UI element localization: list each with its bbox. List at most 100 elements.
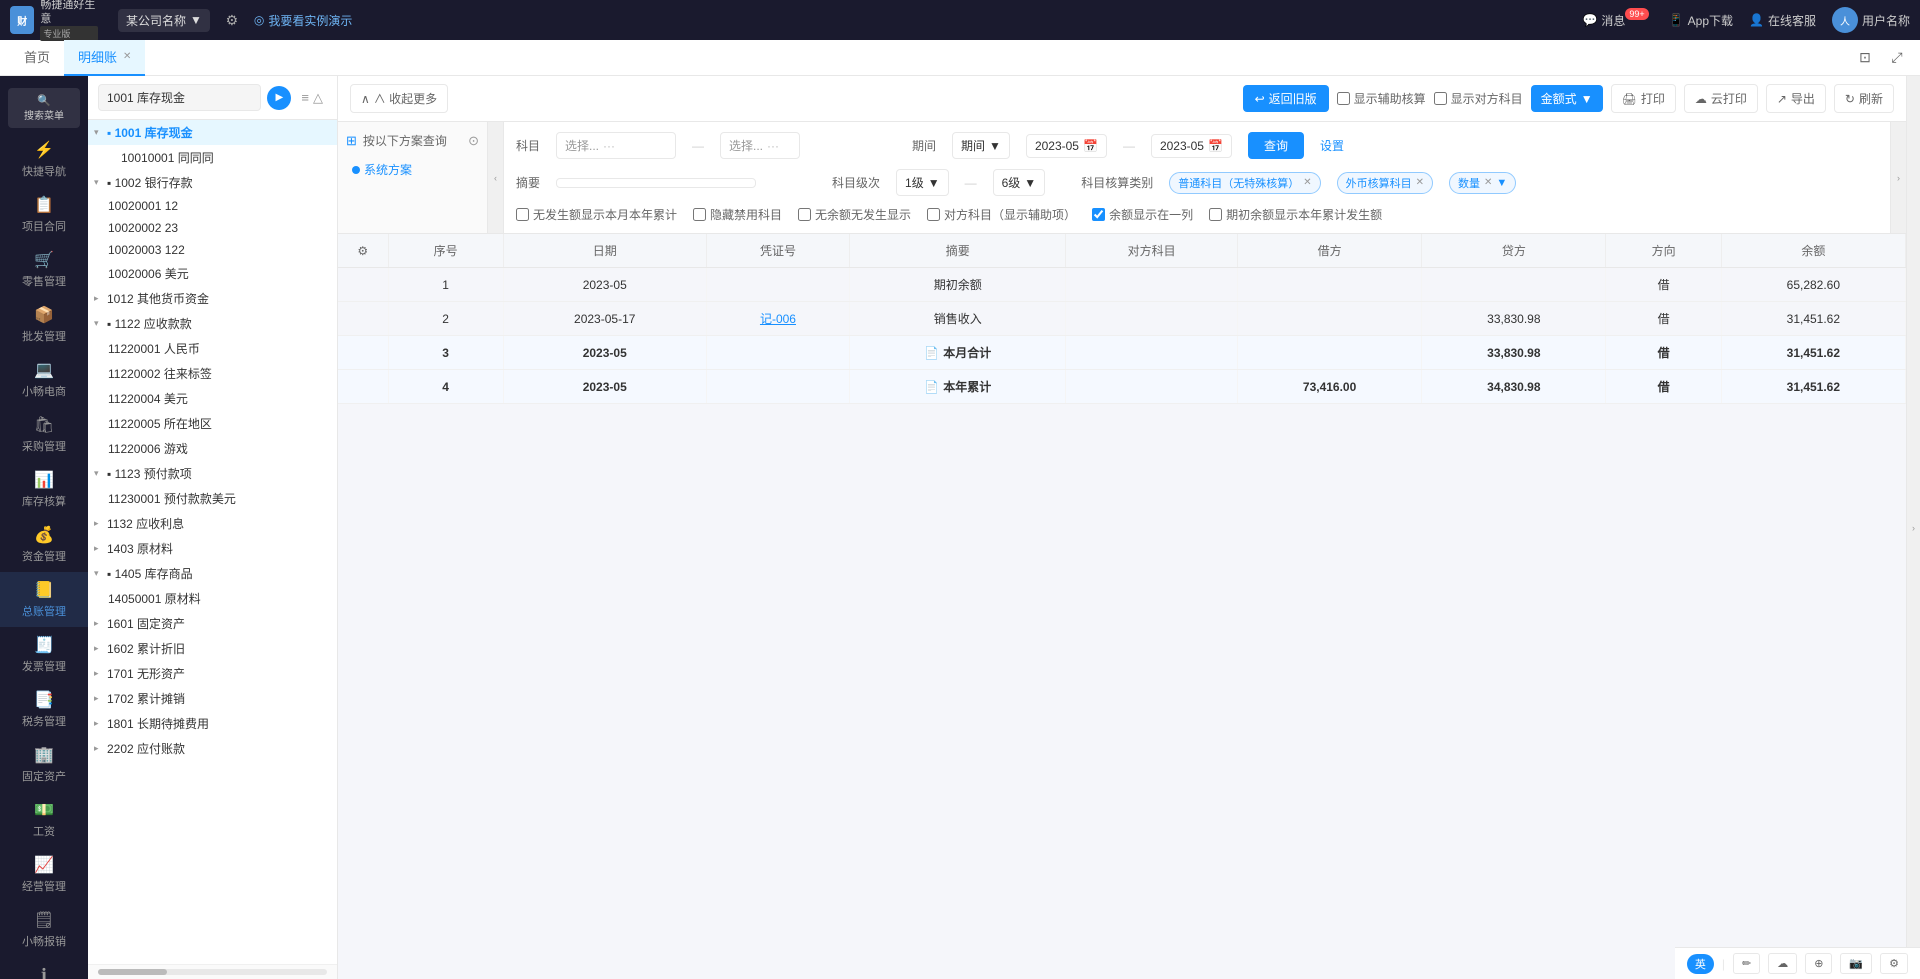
- query-button[interactable]: 查询: [1248, 132, 1304, 159]
- tree-node-1012[interactable]: ▸ 1012 其他货币资金: [88, 286, 337, 311]
- tree-node-1122[interactable]: ▾ ▪ 1122 应收款款: [88, 311, 337, 336]
- sidebar-item-business[interactable]: 📈 经营管理: [0, 847, 88, 902]
- checkbox-balance-col-input[interactable]: [1092, 208, 1105, 221]
- tree-node-10020001[interactable]: 10020001 12: [88, 195, 337, 217]
- checkbox-contra-show-input[interactable]: [927, 208, 940, 221]
- sidebar-item-retail[interactable]: 🛒 零售管理: [0, 242, 88, 297]
- subject-end-input[interactable]: 选择... ···: [720, 132, 800, 159]
- tree-node-11220004[interactable]: 11220004 美元: [88, 386, 337, 411]
- tree-node-1702[interactable]: ▸ 1702 累计摊销: [88, 686, 337, 711]
- scheme-collapse-button[interactable]: ‹: [488, 122, 504, 233]
- checkbox-hide-disabled-input[interactable]: [693, 208, 706, 221]
- tree-node-1701[interactable]: ▸ 1701 无形资产: [88, 661, 337, 686]
- tree-scrollbar-track[interactable]: [98, 969, 327, 975]
- sidebar-item-purchase[interactable]: 🛍 采购管理: [0, 407, 88, 462]
- tree-node-11220006[interactable]: 11220006 游戏: [88, 436, 337, 461]
- bottom-camera-button[interactable]: 📷: [1840, 953, 1872, 974]
- expand-more-button[interactable]: ∧ ∧ 收起更多: [350, 84, 448, 113]
- tree-node-1602[interactable]: ▸ 1602 累计折旧: [88, 636, 337, 661]
- tree-node-1403[interactable]: ▸ 1403 原材料: [88, 536, 337, 561]
- cloud-print-button[interactable]: ☁ 云打印: [1684, 84, 1758, 113]
- tree-node-11220001[interactable]: 11220001 人民币: [88, 336, 337, 361]
- sidebar-item-basic[interactable]: ℹ 基础信息: [0, 957, 88, 979]
- show-contra-checkbox[interactable]: [1434, 92, 1447, 105]
- app-download-button[interactable]: 📱 App下载: [1669, 12, 1733, 29]
- sidebar-item-invoice[interactable]: 🧾 发票管理: [0, 627, 88, 682]
- period-end-picker[interactable]: 2023-05 📅: [1151, 134, 1232, 158]
- sidebar-item-capital[interactable]: 💰 资金管理: [0, 517, 88, 572]
- scheme-item-system[interactable]: 系统方案: [346, 157, 479, 182]
- export-button[interactable]: ↗ 导出: [1766, 84, 1826, 113]
- checkbox-no-balance2[interactable]: 无余额无发生显示: [798, 206, 911, 223]
- sidebar-item-inventory[interactable]: 📊 库存核算: [0, 462, 88, 517]
- tree-node-2202[interactable]: ▸ 2202 应付账款: [88, 736, 337, 761]
- sidebar-item-report[interactable]: 🗒 小畅报销: [0, 902, 88, 957]
- sidebar-item-search[interactable]: 🔍 搜索菜单: [8, 88, 80, 128]
- tree-node-1123[interactable]: ▾ ▪ 1123 预付款项: [88, 461, 337, 486]
- tree-node-1405[interactable]: ▾ ▪ 1405 库存商品: [88, 561, 337, 586]
- checkbox-hide-disabled[interactable]: 隐藏禁用科目: [693, 206, 782, 223]
- subject-input[interactable]: 选择... ···: [556, 132, 676, 159]
- period-start-picker[interactable]: 2023-05 📅: [1026, 134, 1107, 158]
- lang-switch-button[interactable]: 英: [1687, 954, 1714, 974]
- show-aux-checkbox-label[interactable]: 显示辅助核算: [1337, 90, 1426, 107]
- sidebar-item-project[interactable]: 📋 项目合同: [0, 187, 88, 242]
- tree-node-11230001[interactable]: 11230001 预付款款美元: [88, 486, 337, 511]
- checkbox-opening-balance[interactable]: 期初余额显示本年累计发生额: [1209, 206, 1382, 223]
- tree-node-1601[interactable]: ▸ 1601 固定资产: [88, 611, 337, 636]
- period-type-selector[interactable]: 期间 ▼: [952, 132, 1010, 159]
- sidebar-item-ledger[interactable]: 📒 总账管理: [0, 572, 88, 627]
- message-button[interactable]: 💬 消息 99+: [1582, 12, 1652, 29]
- settings-link[interactable]: 设置: [1320, 137, 1344, 154]
- tree-selector[interactable]: 1001 库存现金: [98, 84, 261, 111]
- tree-node-10020006[interactable]: 10020006 美元: [88, 261, 337, 286]
- sidebar-item-quicknav[interactable]: ⚡ 快捷导航: [0, 132, 88, 187]
- scheme-settings-icon[interactable]: ⊙: [468, 133, 479, 149]
- tab-detail[interactable]: 明细账 ✕: [64, 40, 145, 76]
- tag-close-0[interactable]: ✕: [1303, 177, 1311, 188]
- tree-node-11220005[interactable]: 11220005 所在地区: [88, 411, 337, 436]
- col-settings[interactable]: ⚙: [338, 234, 388, 268]
- tab-restore-button[interactable]: ⊡: [1852, 45, 1878, 71]
- checkbox-no-balance2-input[interactable]: [798, 208, 811, 221]
- tab-close-icon[interactable]: ✕: [123, 51, 131, 62]
- right-collapse-button[interactable]: ›: [1906, 76, 1920, 979]
- bottom-add-button[interactable]: ⊕: [1805, 953, 1832, 974]
- tree-node-10020003[interactable]: 10020003 122: [88, 239, 337, 261]
- checkbox-no-balance[interactable]: 无发生额显示本月本年累计: [516, 206, 677, 223]
- checkbox-opening-balance-input[interactable]: [1209, 208, 1222, 221]
- sidebar-item-ecommerce[interactable]: 💻 小畅电商: [0, 352, 88, 407]
- tree-node-1801[interactable]: ▸ 1801 长期待摊费用: [88, 711, 337, 736]
- bottom-cloud-button[interactable]: ☁: [1768, 953, 1797, 974]
- tree-node-10010001[interactable]: 10010001 同同同: [88, 145, 337, 170]
- refresh-button[interactable]: ↻ 刷新: [1834, 84, 1894, 113]
- tree-node-10020002[interactable]: 10020002 23: [88, 217, 337, 239]
- tree-scrollbar-thumb[interactable]: [98, 969, 167, 975]
- checkbox-contra-show[interactable]: 对方科目（显示辅助项）: [927, 206, 1076, 223]
- level-end-selector[interactable]: 6级 ▼: [993, 169, 1046, 196]
- tag-dropdown-2[interactable]: ▼: [1496, 177, 1507, 189]
- demo-link[interactable]: ◎ 我要看实例演示: [254, 12, 353, 29]
- tree-sort-icon[interactable]: △: [313, 90, 323, 106]
- tree-list-icon[interactable]: ≡: [301, 90, 309, 105]
- tree-node-1001[interactable]: ▾ ▪ 1001 库存现金: [88, 120, 337, 145]
- user-area[interactable]: 人 用户名称: [1832, 7, 1910, 33]
- tag-close-1[interactable]: ✕: [1416, 177, 1424, 188]
- show-aux-checkbox[interactable]: [1337, 92, 1350, 105]
- filter-right-collapse[interactable]: ›: [1890, 122, 1906, 233]
- tree-node-1002[interactable]: ▾ ▪ 1002 银行存款: [88, 170, 337, 195]
- checkbox-no-balance-input[interactable]: [516, 208, 529, 221]
- sidebar-item-wholesale[interactable]: 📦 批发管理: [0, 297, 88, 352]
- online-service-button[interactable]: 👤 在线客服: [1749, 12, 1816, 29]
- bottom-settings-button[interactable]: ⚙: [1880, 953, 1908, 974]
- sidebar-item-tax[interactable]: 📑 税务管理: [0, 682, 88, 737]
- summary-input[interactable]: [556, 178, 756, 188]
- tree-node-1132[interactable]: ▸ 1132 应收利息: [88, 511, 337, 536]
- tag-close-2[interactable]: ✕: [1484, 177, 1492, 188]
- retro-button[interactable]: ↩ 返回旧版: [1243, 85, 1329, 112]
- company-selector[interactable]: 某公司名称 ▼: [118, 9, 210, 32]
- print-button[interactable]: 🖨 打印: [1611, 84, 1676, 113]
- bottom-edit-button[interactable]: ✏: [1733, 953, 1760, 974]
- voucher-link[interactable]: 记-006: [760, 312, 796, 326]
- settings-button[interactable]: ⚙: [218, 6, 246, 34]
